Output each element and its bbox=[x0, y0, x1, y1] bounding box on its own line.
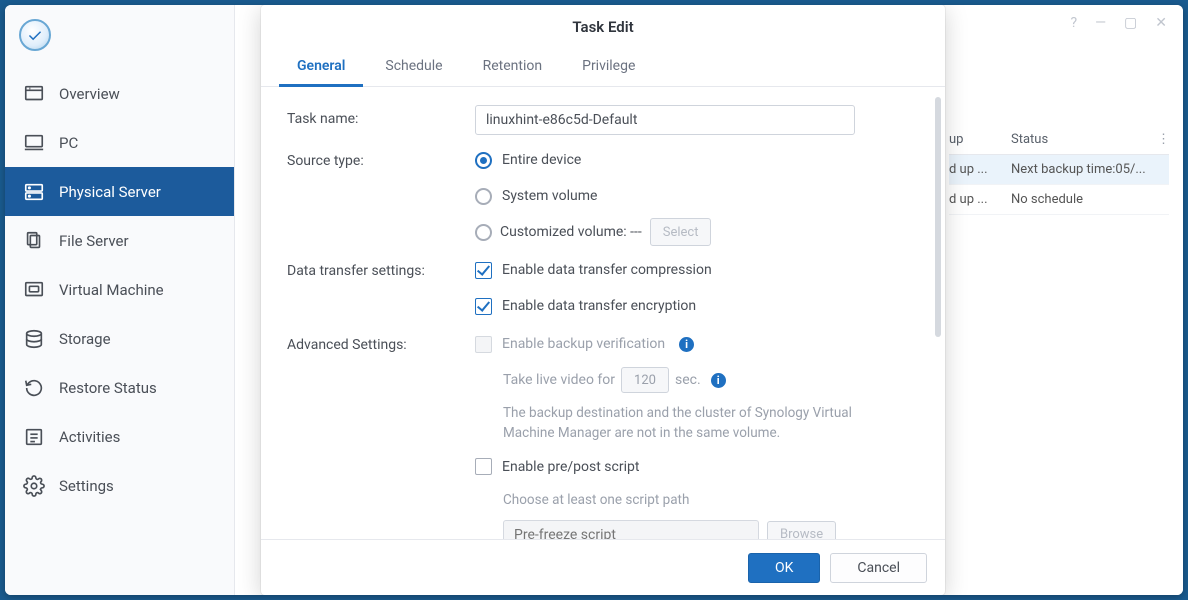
live-video-seconds-input bbox=[621, 367, 669, 393]
checkbox-enable-script[interactable]: Enable pre/post script bbox=[475, 454, 919, 480]
task-name-input[interactable] bbox=[475, 105, 855, 135]
live-video-prefix: Take live video for bbox=[503, 372, 615, 388]
col-header-up[interactable]: up bbox=[949, 132, 1001, 147]
server-icon bbox=[23, 181, 45, 203]
sidebar-item-label: PC bbox=[59, 134, 78, 152]
label-task-name: Task name: bbox=[287, 105, 475, 127]
sidebar-item-pc[interactable]: PC bbox=[5, 118, 234, 167]
help-icon[interactable]: ? bbox=[1070, 15, 1077, 31]
tab-retention[interactable]: Retention bbox=[465, 49, 561, 87]
select-volume-button[interactable]: Select bbox=[650, 218, 712, 246]
app-window: Overview PC Physical Server File Server … bbox=[5, 5, 1183, 595]
vm-icon bbox=[23, 279, 45, 301]
modal-tabs: General Schedule Retention Privilege bbox=[261, 49, 945, 87]
sidebar-item-label: Settings bbox=[59, 477, 114, 495]
radio-customized-volume[interactable]: Customized volume: --- Select bbox=[475, 219, 919, 245]
checkbox-compression[interactable]: Enable data transfer compression bbox=[475, 257, 919, 283]
maximize-icon[interactable]: ▢ bbox=[1124, 15, 1137, 31]
sidebar-item-label: Physical Server bbox=[59, 183, 161, 201]
radio-icon bbox=[475, 224, 492, 241]
label-advanced: Advanced Settings: bbox=[287, 331, 475, 353]
choose-script-text: Choose at least one script path bbox=[503, 490, 903, 510]
modal-title: Task Edit bbox=[261, 5, 945, 49]
activities-icon bbox=[23, 426, 45, 448]
info-icon[interactable]: i bbox=[711, 373, 726, 388]
sidebar-item-label: File Server bbox=[59, 232, 129, 250]
radio-system-volume[interactable]: System volume bbox=[475, 183, 919, 209]
modal-body: Task name: Source type: Entire device Sy… bbox=[261, 87, 945, 539]
info-icon[interactable]: i bbox=[679, 337, 694, 352]
sidebar-item-activities[interactable]: Activities bbox=[5, 412, 234, 461]
minimize-icon[interactable]: — bbox=[1095, 15, 1106, 31]
sidebar-item-label: Virtual Machine bbox=[59, 281, 164, 299]
window-controls: ? — ▢ ✕ bbox=[1070, 15, 1167, 31]
radio-icon bbox=[475, 188, 492, 205]
app-logo-icon bbox=[19, 19, 51, 51]
table-row[interactable]: d up ... No schedule bbox=[949, 185, 1169, 215]
storage-icon bbox=[23, 328, 45, 350]
tab-schedule[interactable]: Schedule bbox=[367, 49, 460, 87]
background-task-table: up Status ⋮ d up ... Next backup time:05… bbox=[949, 125, 1169, 215]
tab-general[interactable]: General bbox=[279, 49, 363, 87]
sidebar-item-label: Activities bbox=[59, 428, 120, 446]
sidebar-item-settings[interactable]: Settings bbox=[5, 461, 234, 510]
sidebar-item-label: Storage bbox=[59, 330, 111, 348]
browse-pre-freeze-button[interactable]: Browse bbox=[767, 521, 836, 539]
modal-footer: OK Cancel bbox=[261, 539, 945, 595]
sidebar-item-virtual-machine[interactable]: Virtual Machine bbox=[5, 265, 234, 314]
sidebar: Overview PC Physical Server File Server … bbox=[5, 5, 235, 595]
sidebar-item-storage[interactable]: Storage bbox=[5, 314, 234, 363]
scrollbar[interactable] bbox=[935, 97, 941, 337]
file-server-icon bbox=[23, 230, 45, 252]
task-edit-modal: Task Edit General Schedule Retention Pri… bbox=[261, 5, 945, 595]
radio-icon bbox=[475, 152, 492, 169]
checkbox-backup-verification: Enable backup verification i bbox=[475, 331, 919, 357]
advanced-warning-text: The backup destination and the cluster o… bbox=[503, 403, 903, 444]
checkbox-icon bbox=[475, 262, 492, 279]
tab-privilege[interactable]: Privilege bbox=[564, 49, 653, 87]
label-source-type: Source type: bbox=[287, 147, 475, 169]
checkbox-encryption[interactable]: Enable data transfer encryption bbox=[475, 293, 919, 319]
overview-icon bbox=[23, 83, 45, 105]
pre-freeze-input bbox=[503, 520, 759, 539]
sidebar-item-label: Restore Status bbox=[59, 379, 157, 397]
close-icon[interactable]: ✕ bbox=[1155, 15, 1167, 31]
ok-button[interactable]: OK bbox=[748, 553, 820, 583]
sidebar-item-overview[interactable]: Overview bbox=[5, 69, 234, 118]
checkbox-icon bbox=[475, 298, 492, 315]
table-row[interactable]: d up ... Next backup time:05/... bbox=[949, 155, 1169, 185]
restore-icon bbox=[23, 377, 45, 399]
pc-icon bbox=[23, 132, 45, 154]
cancel-button[interactable]: Cancel bbox=[830, 553, 927, 583]
live-video-suffix: sec. bbox=[675, 372, 701, 388]
sidebar-item-physical-server[interactable]: Physical Server bbox=[5, 167, 234, 216]
sidebar-item-restore-status[interactable]: Restore Status bbox=[5, 363, 234, 412]
sidebar-item-label: Overview bbox=[59, 85, 120, 103]
radio-entire-device[interactable]: Entire device bbox=[475, 147, 919, 173]
label-data-transfer: Data transfer settings: bbox=[287, 257, 475, 279]
gear-icon bbox=[23, 475, 45, 497]
column-menu-icon[interactable]: ⋮ bbox=[1157, 132, 1169, 147]
sidebar-item-file-server[interactable]: File Server bbox=[5, 216, 234, 265]
col-header-status[interactable]: Status bbox=[1001, 132, 1157, 147]
checkbox-icon bbox=[475, 458, 492, 475]
checkbox-icon bbox=[475, 336, 492, 353]
